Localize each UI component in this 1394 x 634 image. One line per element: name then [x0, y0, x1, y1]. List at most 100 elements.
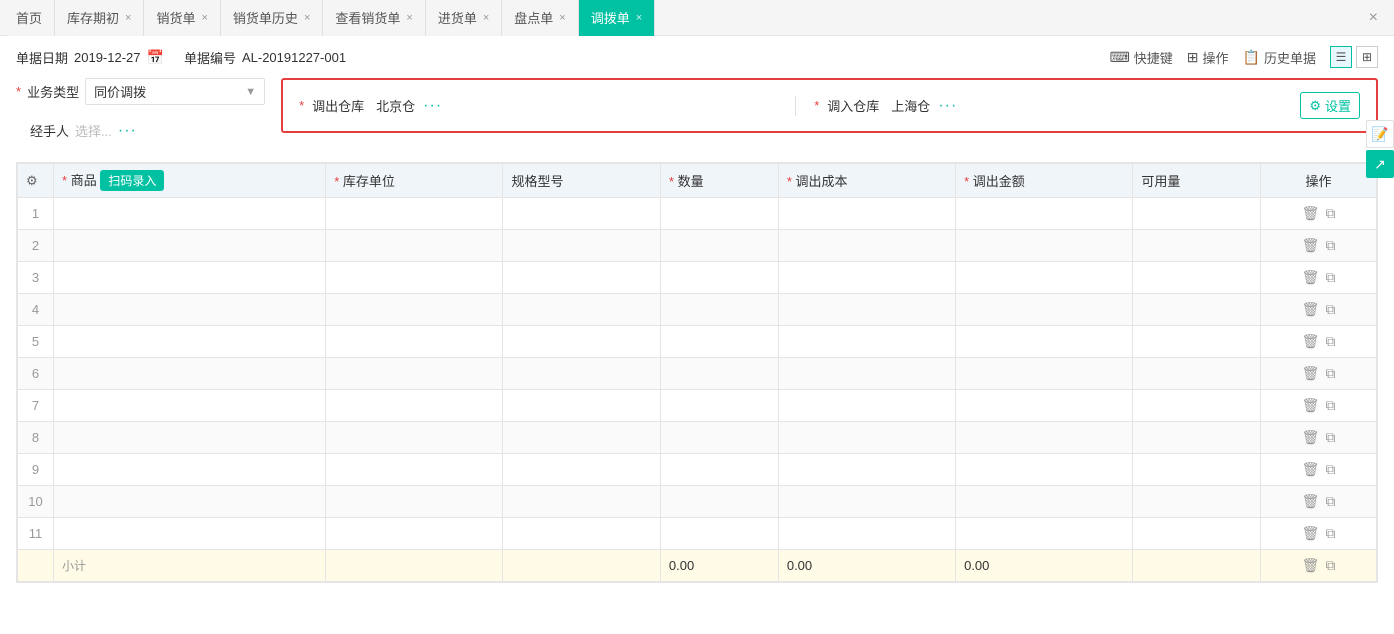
delete-icon-3[interactable]: 🗑 — [1302, 269, 1320, 286]
cell-unit-10[interactable] — [326, 486, 503, 518]
copy-icon-1[interactable]: ⧉ — [1325, 205, 1335, 222]
delete-icon-5[interactable]: 🗑 — [1302, 333, 1320, 350]
cell-unit-1[interactable] — [326, 198, 503, 230]
cell-available-7[interactable] — [1133, 390, 1261, 422]
cell-cost-5[interactable] — [778, 326, 955, 358]
delete-icon-10[interactable]: 🗑 — [1302, 493, 1320, 510]
calendar-icon[interactable]: 📅 — [147, 49, 164, 66]
warehouse-out-more-icon[interactable]: ··· — [423, 97, 442, 115]
cell-product-6[interactable] — [54, 358, 326, 390]
tab-view-sales-close[interactable]: × — [406, 12, 412, 24]
warehouse-in-more-icon[interactable]: ··· — [938, 97, 957, 115]
scan-btn[interactable]: 扫码录入 — [100, 170, 164, 191]
cell-available-3[interactable] — [1133, 262, 1261, 294]
tab-home[interactable]: 首页 — [8, 0, 55, 36]
cell-qty-4[interactable] — [660, 294, 778, 326]
tab-transfer[interactable]: 调拨单 × — [579, 0, 655, 36]
tab-view-sales[interactable]: 查看销货单 × — [323, 0, 425, 36]
cell-available-9[interactable] — [1133, 454, 1261, 486]
cell-qty-10[interactable] — [660, 486, 778, 518]
history-btn[interactable]: 📋 历史单据 — [1243, 48, 1316, 67]
cell-cost-9[interactable] — [778, 454, 955, 486]
cell-qty-11[interactable] — [660, 518, 778, 550]
shortcut-btn[interactable]: ⌨ 快捷键 — [1110, 48, 1173, 67]
delete-icon-8[interactable]: 🗑 — [1302, 429, 1320, 446]
cell-unit-6[interactable] — [326, 358, 503, 390]
tab-purchase[interactable]: 进货单 × — [426, 0, 502, 36]
copy-icon-7[interactable]: ⧉ — [1325, 397, 1335, 414]
cell-qty-5[interactable] — [660, 326, 778, 358]
delete-icon-6[interactable]: 🗑 — [1302, 365, 1320, 382]
cell-cost-10[interactable] — [778, 486, 955, 518]
delete-icon-2[interactable]: 🗑 — [1302, 237, 1320, 254]
copy-icon-9[interactable]: ⧉ — [1325, 461, 1335, 478]
tab-bar-close-btn[interactable]: × — [1361, 9, 1386, 27]
tab-transfer-close[interactable]: × — [636, 12, 642, 24]
tab-purchase-close[interactable]: × — [483, 12, 489, 24]
cell-cost-6[interactable] — [778, 358, 955, 390]
warehouse-out-value[interactable]: 北京仓 — [376, 96, 415, 115]
cell-amount-11[interactable] — [956, 518, 1133, 550]
copy-icon-5[interactable]: ⧉ — [1325, 333, 1335, 350]
subtotal-copy-icon[interactable]: ⧉ — [1325, 557, 1335, 574]
cell-qty-9[interactable] — [660, 454, 778, 486]
cell-unit-4[interactable] — [326, 294, 503, 326]
tab-sales-close[interactable]: × — [201, 12, 207, 24]
delete-icon-9[interactable]: 🗑 — [1302, 461, 1320, 478]
copy-icon-10[interactable]: ⧉ — [1325, 493, 1335, 510]
tab-stocktake-close[interactable]: × — [559, 12, 565, 24]
cell-unit-3[interactable] — [326, 262, 503, 294]
tab-stocktake[interactable]: 盘点单 × — [502, 0, 578, 36]
cell-amount-4[interactable] — [956, 294, 1133, 326]
cell-qty-1[interactable] — [660, 198, 778, 230]
settings-btn[interactable]: ⚙ 设置 — [1300, 92, 1360, 119]
sidebar-note-btn[interactable]: 📝 — [1366, 120, 1394, 148]
cell-product-7[interactable] — [54, 390, 326, 422]
cell-amount-2[interactable] — [956, 230, 1133, 262]
cell-available-4[interactable] — [1133, 294, 1261, 326]
cell-product-3[interactable] — [54, 262, 326, 294]
cell-unit-7[interactable] — [326, 390, 503, 422]
cell-product-9[interactable] — [54, 454, 326, 486]
cell-cost-2[interactable] — [778, 230, 955, 262]
copy-icon-4[interactable]: ⧉ — [1325, 301, 1335, 318]
copy-icon-11[interactable]: ⧉ — [1325, 525, 1335, 542]
tab-sales-history-close[interactable]: × — [304, 12, 310, 24]
cell-unit-8[interactable] — [326, 422, 503, 454]
copy-icon-6[interactable]: ⧉ — [1325, 365, 1335, 382]
cell-cost-3[interactable] — [778, 262, 955, 294]
sidebar-expand-btn[interactable]: ↗ — [1366, 150, 1394, 178]
agent-more-icon[interactable]: ··· — [118, 122, 137, 140]
copy-icon-3[interactable]: ⧉ — [1325, 269, 1335, 286]
cell-available-10[interactable] — [1133, 486, 1261, 518]
cell-spec-1[interactable] — [503, 198, 660, 230]
cell-amount-1[interactable] — [956, 198, 1133, 230]
layout-btn-grid[interactable]: ⊞ — [1356, 46, 1378, 68]
cell-qty-6[interactable] — [660, 358, 778, 390]
cell-product-2[interactable] — [54, 230, 326, 262]
cell-available-11[interactable] — [1133, 518, 1261, 550]
layout-btn-list[interactable]: ☰ — [1330, 46, 1352, 68]
cell-spec-7[interactable] — [503, 390, 660, 422]
cell-spec-6[interactable] — [503, 358, 660, 390]
cell-available-8[interactable] — [1133, 422, 1261, 454]
cell-unit-5[interactable] — [326, 326, 503, 358]
cell-amount-5[interactable] — [956, 326, 1133, 358]
cell-unit-9[interactable] — [326, 454, 503, 486]
copy-icon-8[interactable]: ⧉ — [1325, 429, 1335, 446]
cell-qty-8[interactable] — [660, 422, 778, 454]
copy-icon-2[interactable]: ⧉ — [1325, 237, 1335, 254]
cell-spec-2[interactable] — [503, 230, 660, 262]
cell-spec-5[interactable] — [503, 326, 660, 358]
cell-cost-7[interactable] — [778, 390, 955, 422]
cell-amount-10[interactable] — [956, 486, 1133, 518]
subtotal-delete-icon[interactable]: 🗑 — [1302, 557, 1320, 574]
cell-cost-11[interactable] — [778, 518, 955, 550]
operations-btn[interactable]: ⊞ 操作 — [1187, 48, 1229, 67]
tab-sales-history[interactable]: 销货单历史 × — [221, 0, 323, 36]
cell-spec-10[interactable] — [503, 486, 660, 518]
table-gear-icon[interactable]: ⚙ — [26, 173, 38, 189]
delete-icon-1[interactable]: 🗑 — [1302, 205, 1320, 222]
delete-icon-4[interactable]: 🗑 — [1302, 301, 1320, 318]
cell-available-6[interactable] — [1133, 358, 1261, 390]
